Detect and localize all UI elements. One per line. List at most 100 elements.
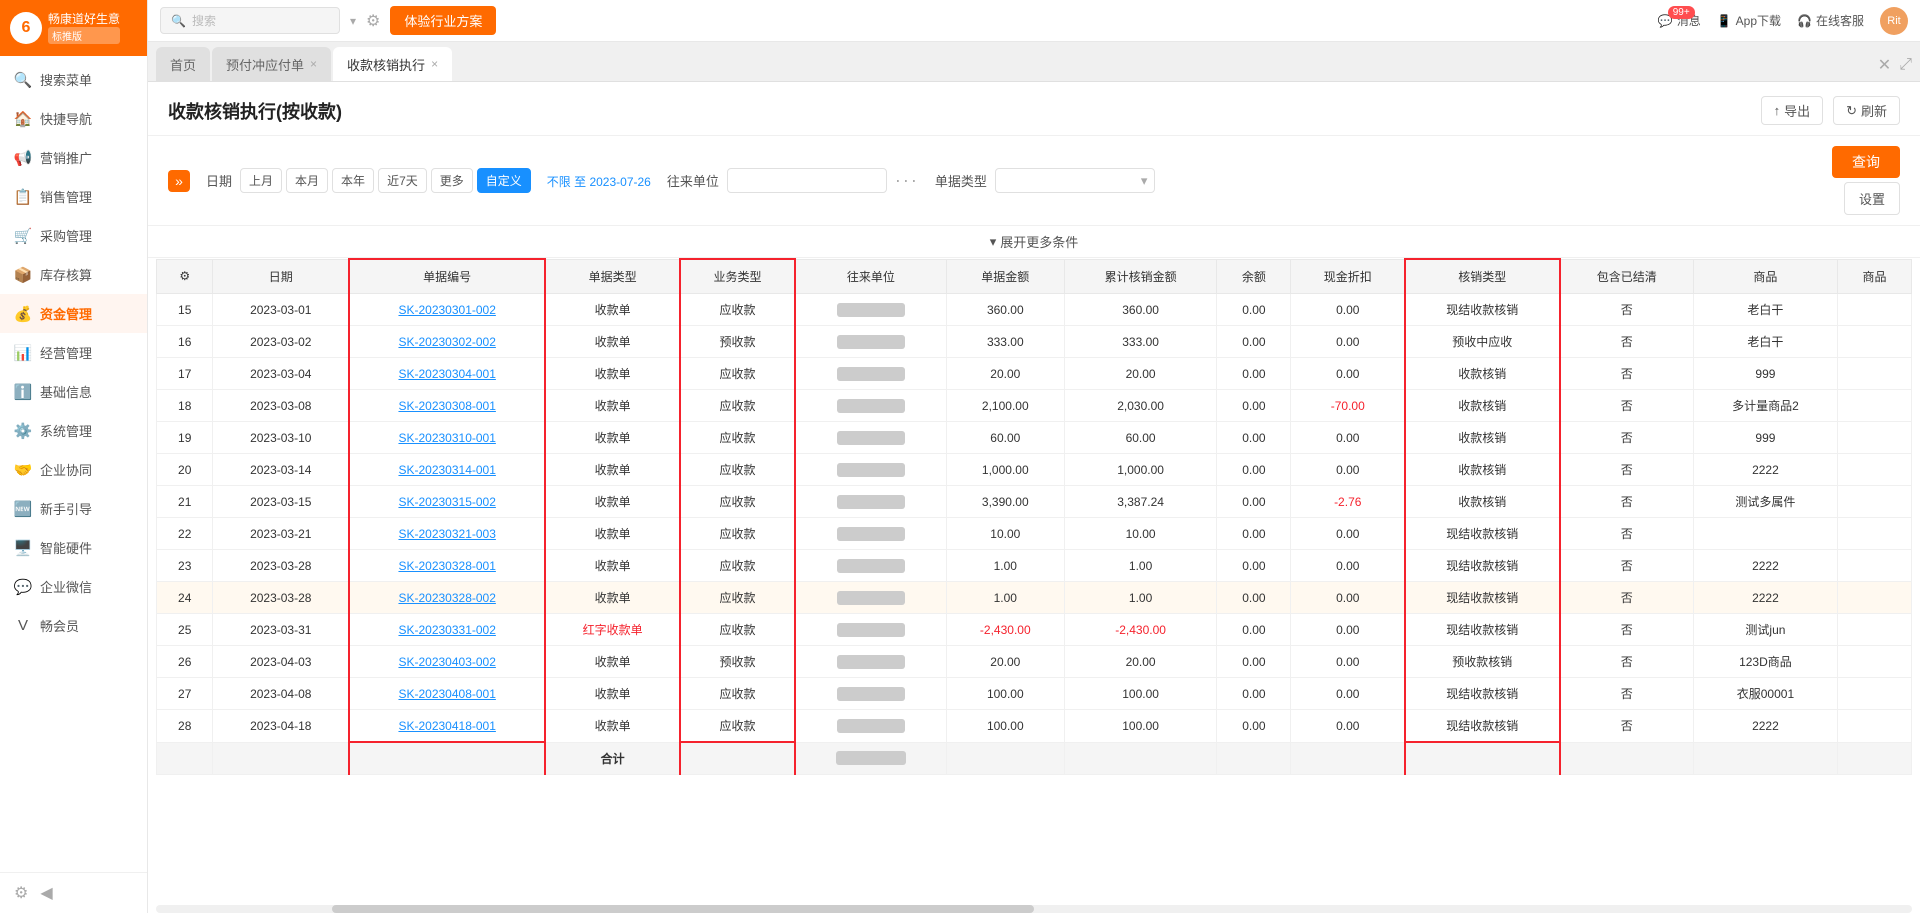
- td-accum-cancel: 20.00: [1064, 646, 1217, 678]
- tab-receipt-cancel[interactable]: 收款核销执行 ×: [333, 47, 452, 81]
- table-row[interactable]: 242023-03-28SK-20230328-002收款单应收款blur1.0…: [157, 582, 1912, 614]
- td-bill-no[interactable]: SK-20230418-001: [349, 710, 545, 743]
- td-bill-no[interactable]: SK-20230308-001: [349, 390, 545, 422]
- table-row[interactable]: 262023-04-03SK-20230403-002收款单预收款blur20.…: [157, 646, 1912, 678]
- table-row[interactable]: 162023-03-02SK-20230302-002收款单预收款blur333…: [157, 326, 1912, 358]
- sidebar-item-purchase[interactable]: 🛒采购管理: [0, 216, 147, 255]
- td-date: 2023-03-10: [213, 422, 349, 454]
- td-bill-no[interactable]: SK-20230302-002: [349, 326, 545, 358]
- table-row[interactable]: 212023-03-15SK-20230315-002收款单应收款blur3,3…: [157, 486, 1912, 518]
- date-btn-7days[interactable]: 近7天: [378, 168, 427, 193]
- sidebar-item-guide[interactable]: 🆕新手引导: [0, 489, 147, 528]
- date-btn-more[interactable]: 更多: [431, 168, 473, 193]
- date-btn-prev-month[interactable]: 上月: [240, 168, 282, 193]
- bill-no-link[interactable]: SK-20230328-002: [398, 591, 495, 605]
- sidebar-item-member[interactable]: V畅会员: [0, 606, 147, 645]
- sidebar-item-finance[interactable]: 💰资金管理: [0, 294, 147, 333]
- date-btn-cur-year[interactable]: 本年: [332, 168, 374, 193]
- table-row[interactable]: 172023-03-04SK-20230304-001收款单应收款blur20.…: [157, 358, 1912, 390]
- topbar-app[interactable]: 📱 App下载: [1717, 12, 1781, 29]
- td-bill-no[interactable]: SK-20230403-002: [349, 646, 545, 678]
- sidebar-item-search[interactable]: 🔍搜索菜单: [0, 60, 147, 99]
- td-cancel-type: 现结收款核销: [1405, 550, 1559, 582]
- td-bill-no[interactable]: SK-20230301-002: [349, 294, 545, 326]
- td-partner: blur: [795, 678, 946, 710]
- bill-no-link[interactable]: SK-20230310-001: [398, 431, 495, 445]
- td-bill-no[interactable]: SK-20230314-001: [349, 454, 545, 486]
- sidebar-item-system[interactable]: ⚙️系统管理: [0, 411, 147, 450]
- topbar-service[interactable]: 🎧 在线客服: [1797, 12, 1864, 29]
- bill-type-select[interactable]: [995, 168, 1155, 193]
- td-bill-no[interactable]: SK-20230328-002: [349, 582, 545, 614]
- table-row[interactable]: 282023-04-18SK-20230418-001收款单应收款blur100…: [157, 710, 1912, 743]
- sidebar-item-hardware[interactable]: 🖥️智能硬件: [0, 528, 147, 567]
- tab-pre-payment-close[interactable]: ×: [310, 57, 317, 71]
- sidebar-item-corp[interactable]: 🤝企业协同: [0, 450, 147, 489]
- table-row[interactable]: 222023-03-21SK-20230321-003收款单应收款blur10.…: [157, 518, 1912, 550]
- user-avatar[interactable]: Rit: [1880, 7, 1908, 35]
- td-product2: [1837, 518, 1911, 550]
- td-cancel-type: 收款核销: [1405, 390, 1559, 422]
- tab-pre-payment[interactable]: 预付冲应付单 ×: [212, 47, 331, 81]
- sidebar-item-marketing[interactable]: 📢营销推广: [0, 138, 147, 177]
- settings-btn[interactable]: 设置: [1844, 182, 1900, 215]
- partner-input[interactable]: [727, 168, 887, 193]
- bill-no-link[interactable]: SK-20230304-001: [398, 367, 495, 381]
- bill-no-link[interactable]: SK-20230403-002: [398, 655, 495, 669]
- window-expand-icon[interactable]: ⤢: [1899, 56, 1912, 74]
- sidebar-item-basic[interactable]: ℹ️基础信息: [0, 372, 147, 411]
- topbar-gear-icon[interactable]: ⚙: [366, 11, 380, 31]
- sidebar-item-operation[interactable]: 📊经营管理: [0, 333, 147, 372]
- horizontal-scrollbar[interactable]: [156, 905, 1912, 913]
- td-bill-no[interactable]: [349, 742, 545, 774]
- filter-toggle-btn[interactable]: »: [168, 170, 190, 192]
- phone-icon: 📱: [1717, 14, 1732, 28]
- topbar-search[interactable]: 🔍 搜索: [160, 7, 340, 34]
- bill-no-link[interactable]: SK-20230321-003: [398, 527, 495, 541]
- sidebar-item-wechat[interactable]: 💬企业微信: [0, 567, 147, 606]
- topbar-msg[interactable]: 💬 消息 99+: [1658, 12, 1701, 29]
- sidebar-item-inventory[interactable]: 📦库存核算: [0, 255, 147, 294]
- table-row[interactable]: 152023-03-01SK-20230301-002收款单应收款blur360…: [157, 294, 1912, 326]
- td-bill-no[interactable]: SK-20230304-001: [349, 358, 545, 390]
- tab-receipt-cancel-close[interactable]: ×: [431, 57, 438, 71]
- bill-no-link[interactable]: SK-20230418-001: [398, 719, 495, 733]
- td-bill-no[interactable]: SK-20230310-001: [349, 422, 545, 454]
- bill-no-link[interactable]: SK-20230408-001: [398, 687, 495, 701]
- sidebar-item-quick[interactable]: 🏠快捷导航: [0, 99, 147, 138]
- refresh-btn[interactable]: ↻ 刷新: [1833, 96, 1900, 125]
- bill-no-link[interactable]: SK-20230315-002: [398, 495, 495, 509]
- table-row[interactable]: 192023-03-10SK-20230310-001收款单应收款blur60.…: [157, 422, 1912, 454]
- bill-no-link[interactable]: SK-20230301-002: [398, 303, 495, 317]
- main-area: 🔍 搜索 ▾ ⚙ 体验行业方案 💬 消息 99+ 📱 App下载 🎧 在线客服 …: [148, 0, 1920, 913]
- table-row[interactable]: 182023-03-08SK-20230308-001收款单应收款blur2,1…: [157, 390, 1912, 422]
- date-btn-custom[interactable]: 自定义: [477, 168, 531, 193]
- table-row[interactable]: 272023-04-08SK-20230408-001收款单应收款blur100…: [157, 678, 1912, 710]
- bill-no-link[interactable]: SK-20230314-001: [398, 463, 495, 477]
- bill-no-link[interactable]: SK-20230331-002: [398, 623, 495, 637]
- td-bill-no[interactable]: SK-20230408-001: [349, 678, 545, 710]
- th-product: 商品: [1693, 259, 1837, 294]
- query-btn[interactable]: 查询: [1832, 146, 1900, 178]
- td-bill-no[interactable]: SK-20230328-001: [349, 550, 545, 582]
- bill-no-link[interactable]: SK-20230328-001: [398, 559, 495, 573]
- bill-no-link[interactable]: SK-20230308-001: [398, 399, 495, 413]
- bill-no-link[interactable]: SK-20230302-002: [398, 335, 495, 349]
- td-bill-no[interactable]: SK-20230331-002: [349, 614, 545, 646]
- headset-icon: 🎧: [1797, 14, 1812, 28]
- date-btn-cur-month[interactable]: 本月: [286, 168, 328, 193]
- td-bill-no[interactable]: SK-20230321-003: [349, 518, 545, 550]
- settings-icon[interactable]: ⚙: [14, 883, 28, 903]
- expand-btn[interactable]: ▾ 展开更多条件: [990, 232, 1079, 251]
- table-row[interactable]: 232023-03-28SK-20230328-001收款单应收款blur1.0…: [157, 550, 1912, 582]
- window-close-icon[interactable]: ✕: [1878, 55, 1891, 75]
- tab-home[interactable]: 首页: [156, 47, 210, 81]
- sidebar-item-sales[interactable]: 📋销售管理: [0, 177, 147, 216]
- industry-btn[interactable]: 体验行业方案: [390, 6, 496, 35]
- collapse-icon[interactable]: ◀: [40, 883, 52, 903]
- th-settings[interactable]: ⚙: [157, 259, 213, 294]
- export-btn[interactable]: ↑ 导出: [1761, 96, 1824, 125]
- td-bill-no[interactable]: SK-20230315-002: [349, 486, 545, 518]
- table-row[interactable]: 202023-03-14SK-20230314-001收款单应收款blur1,0…: [157, 454, 1912, 486]
- table-row[interactable]: 252023-03-31SK-20230331-002红字收款单应收款blur-…: [157, 614, 1912, 646]
